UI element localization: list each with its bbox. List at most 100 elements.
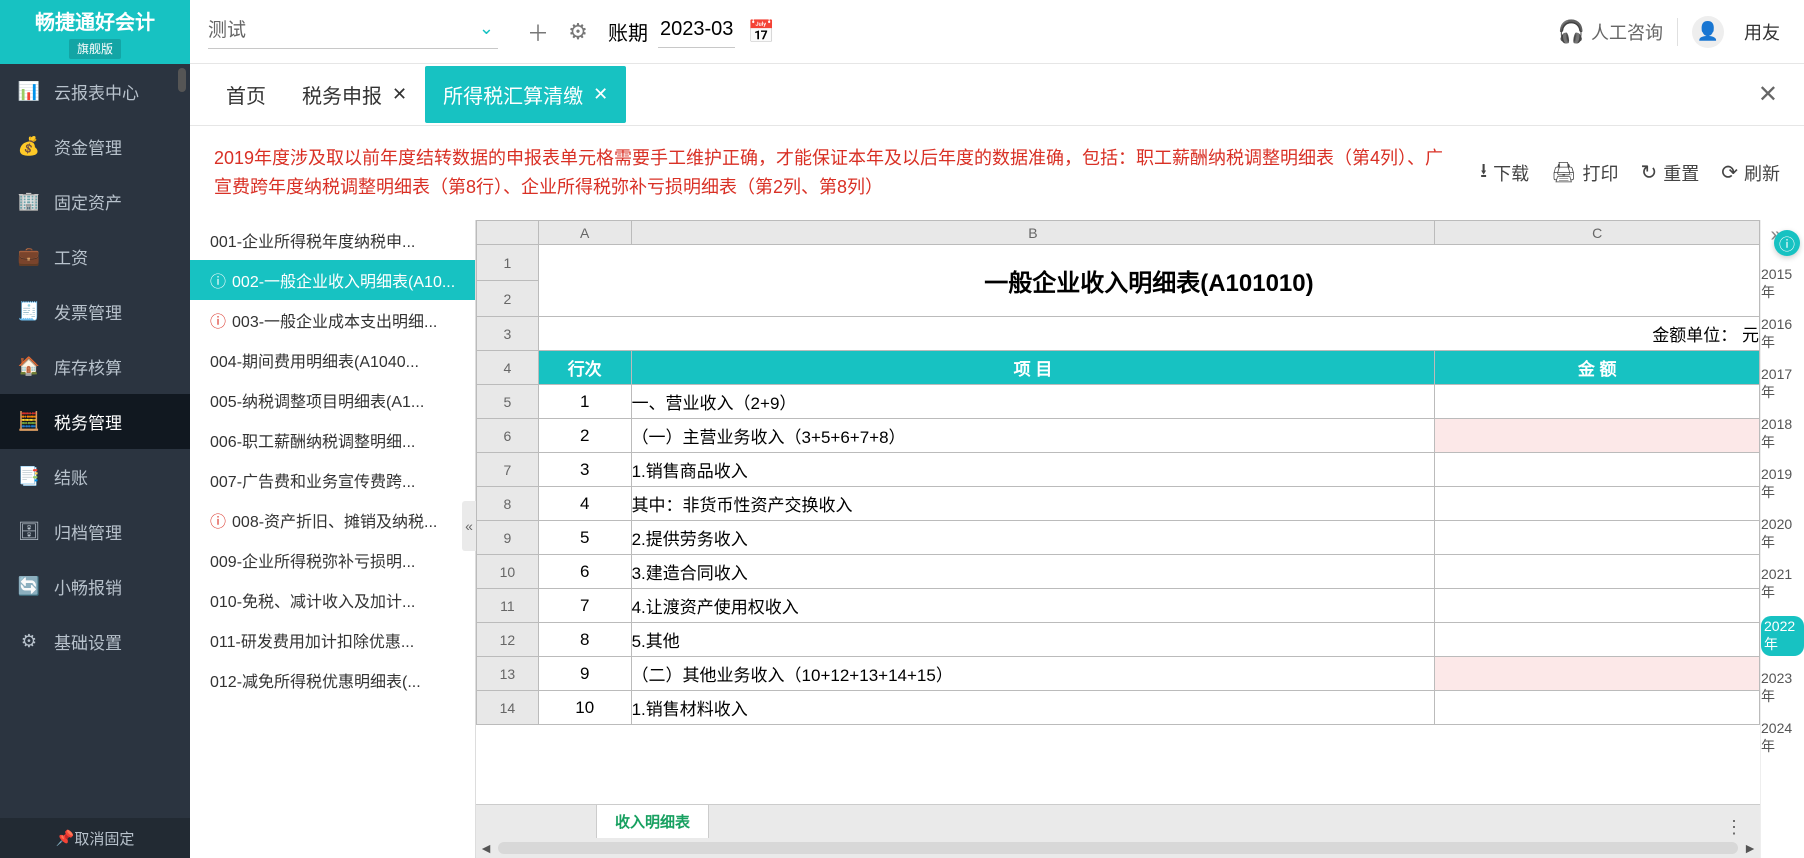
row-no-cell[interactable]: 8	[538, 623, 631, 657]
reset-button[interactable]: ↻重置	[1640, 156, 1699, 190]
row-header[interactable]: 9	[477, 521, 539, 555]
amount-cell[interactable]	[1435, 691, 1760, 725]
tab-首页[interactable]: 首页	[208, 66, 284, 123]
row-header[interactable]: 14	[477, 691, 539, 725]
row-header[interactable]: 5	[477, 385, 539, 419]
tab-close-icon[interactable]: ✕	[593, 84, 608, 105]
year-2018年[interactable]: 2018年	[1761, 416, 1804, 452]
period-value[interactable]: 2023-03	[658, 16, 735, 48]
year-2023年[interactable]: 2023年	[1761, 670, 1804, 706]
form-list-item[interactable]: 007-广告费和业务宣传费跨...	[190, 460, 475, 500]
amount-cell[interactable]	[1435, 487, 1760, 521]
calendar-icon[interactable]: 📅	[747, 18, 775, 46]
tab-税务申报[interactable]: 税务申报✕	[284, 66, 425, 123]
download-button[interactable]: ⭳下载	[1480, 156, 1529, 190]
amount-cell[interactable]	[1435, 419, 1760, 453]
project-cell[interactable]: 一、营业收入（2+9）	[631, 385, 1435, 419]
row-header[interactable]: 3	[477, 317, 539, 351]
row-header[interactable]: 2	[477, 281, 539, 317]
nav-item-tax[interactable]: 🧮税务管理	[0, 394, 190, 449]
help-floating-button[interactable]: ⓘ	[1774, 230, 1800, 256]
project-cell[interactable]: 1.销售商品收入	[631, 453, 1435, 487]
sheet-tab[interactable]: 收入明细表	[596, 804, 709, 838]
tenant-select[interactable]: 测试 ⌄	[208, 15, 498, 49]
unpin-sidebar-button[interactable]: 📌 取消固定	[0, 818, 190, 858]
print-button[interactable]: 🖨打印	[1551, 156, 1618, 190]
row-no-cell[interactable]: 6	[538, 555, 631, 589]
add-button[interactable]: ＋	[524, 18, 552, 46]
col-a[interactable]: A	[538, 221, 631, 245]
project-cell[interactable]: 5.其他	[631, 623, 1435, 657]
amount-cell[interactable]	[1435, 521, 1760, 555]
row-no-cell[interactable]: 7	[538, 589, 631, 623]
row-header[interactable]: 4	[477, 351, 539, 385]
project-cell[interactable]: 2.提供劳务收入	[631, 521, 1435, 555]
horizontal-scrollbar[interactable]: ◄ ►	[476, 838, 1760, 858]
form-list-item[interactable]: 005-纳税调整项目明细表(A1...	[190, 380, 475, 420]
form-list-item[interactable]: ⓘ003-一般企业成本支出明细...	[190, 300, 475, 340]
form-list-item[interactable]: 001-企业所得税年度纳税申...	[190, 220, 475, 260]
row-no-cell[interactable]: 1	[538, 385, 631, 419]
row-no-cell[interactable]: 4	[538, 487, 631, 521]
close-all-tabs-button[interactable]: ✕	[1750, 72, 1786, 117]
row-header[interactable]: 1	[477, 245, 539, 281]
nav-item-archive[interactable]: 🗄归档管理	[0, 504, 190, 559]
amount-cell[interactable]	[1435, 623, 1760, 657]
row-header[interactable]: 13	[477, 657, 539, 691]
form-list-item[interactable]: 006-职工薪酬纳税调整明细...	[190, 420, 475, 460]
avatar[interactable]: 👤	[1692, 16, 1724, 48]
row-no-cell[interactable]: 2	[538, 419, 631, 453]
nav-item-settings[interactable]: ⚙基础设置	[0, 614, 190, 669]
row-no-cell[interactable]: 9	[538, 657, 631, 691]
nav-item-closing[interactable]: 📑结账	[0, 449, 190, 504]
row-header[interactable]: 12	[477, 623, 539, 657]
tab-close-icon[interactable]: ✕	[392, 84, 407, 105]
form-list-item[interactable]: ⓘ008-资产折旧、摊销及纳税...	[190, 500, 475, 540]
nav-item-inventory[interactable]: 🏠库存核算	[0, 339, 190, 394]
scroll-thumb[interactable]	[498, 842, 1738, 854]
form-list-item[interactable]: 011-研发费用加计扣除优惠...	[190, 620, 475, 660]
project-cell[interactable]: 3.建造合同收入	[631, 555, 1435, 589]
scroll-right-icon[interactable]: ►	[1740, 840, 1760, 856]
sidebar-scrollbar[interactable]	[178, 68, 186, 92]
year-2021年[interactable]: 2021年	[1761, 566, 1804, 602]
scroll-left-icon[interactable]: ◄	[476, 840, 496, 856]
year-2019年[interactable]: 2019年	[1761, 466, 1804, 502]
amount-cell[interactable]	[1435, 555, 1760, 589]
customer-support-button[interactable]: 🎧 人工咨询	[1558, 19, 1663, 45]
form-list-item[interactable]: 004-期间费用明细表(A1040...	[190, 340, 475, 380]
nav-item-salary[interactable]: 💼工资	[0, 229, 190, 284]
project-cell[interactable]: 1.销售材料收入	[631, 691, 1435, 725]
form-list-item[interactable]: 009-企业所得税弥补亏损明...	[190, 540, 475, 580]
row-header[interactable]: 7	[477, 453, 539, 487]
refresh-button[interactable]: ⟳刷新	[1721, 156, 1780, 190]
amount-cell[interactable]	[1435, 589, 1760, 623]
amount-cell[interactable]	[1435, 385, 1760, 419]
year-2022年[interactable]: 2022年	[1761, 616, 1804, 656]
col-b[interactable]: B	[631, 221, 1435, 245]
row-header[interactable]: 8	[477, 487, 539, 521]
project-cell[interactable]: （一）主营业务收入（3+5+6+7+8）	[631, 419, 1435, 453]
col-c[interactable]: C	[1435, 221, 1760, 245]
nav-item-invoice[interactable]: 🧾发票管理	[0, 284, 190, 339]
nav-item-wallet[interactable]: 💰资金管理	[0, 119, 190, 174]
year-2016年[interactable]: 2016年	[1761, 316, 1804, 352]
select-all-corner[interactable]	[477, 221, 539, 245]
year-2020年[interactable]: 2020年	[1761, 516, 1804, 552]
nav-item-expense[interactable]: 🔄小畅报销	[0, 559, 190, 614]
year-2015年[interactable]: 2015年	[1761, 266, 1804, 302]
row-header[interactable]: 11	[477, 589, 539, 623]
project-cell[interactable]: 其中：非货币性资产交换收入	[631, 487, 1435, 521]
amount-cell[interactable]	[1435, 657, 1760, 691]
project-cell[interactable]: （二）其他业务收入（10+12+13+14+15）	[631, 657, 1435, 691]
row-no-cell[interactable]: 3	[538, 453, 631, 487]
tab-所得税汇算清缴[interactable]: 所得税汇算清缴✕	[425, 66, 626, 123]
spreadsheet[interactable]: A B C 1一般企业收入明细表(A101010) 2 3金额单位： 元 4 行…	[476, 220, 1760, 725]
form-list-item[interactable]: 010-免税、减计收入及加计...	[190, 580, 475, 620]
form-list-item[interactable]: ⓘ002-一般企业收入明细表(A10...	[190, 260, 475, 300]
year-2024年[interactable]: 2024年	[1761, 720, 1804, 756]
row-no-cell[interactable]: 10	[538, 691, 631, 725]
year-2017年[interactable]: 2017年	[1761, 366, 1804, 402]
nav-item-bar-chart[interactable]: 📊云报表中心	[0, 64, 190, 119]
collapse-sidebar-handle[interactable]: «	[462, 501, 476, 551]
